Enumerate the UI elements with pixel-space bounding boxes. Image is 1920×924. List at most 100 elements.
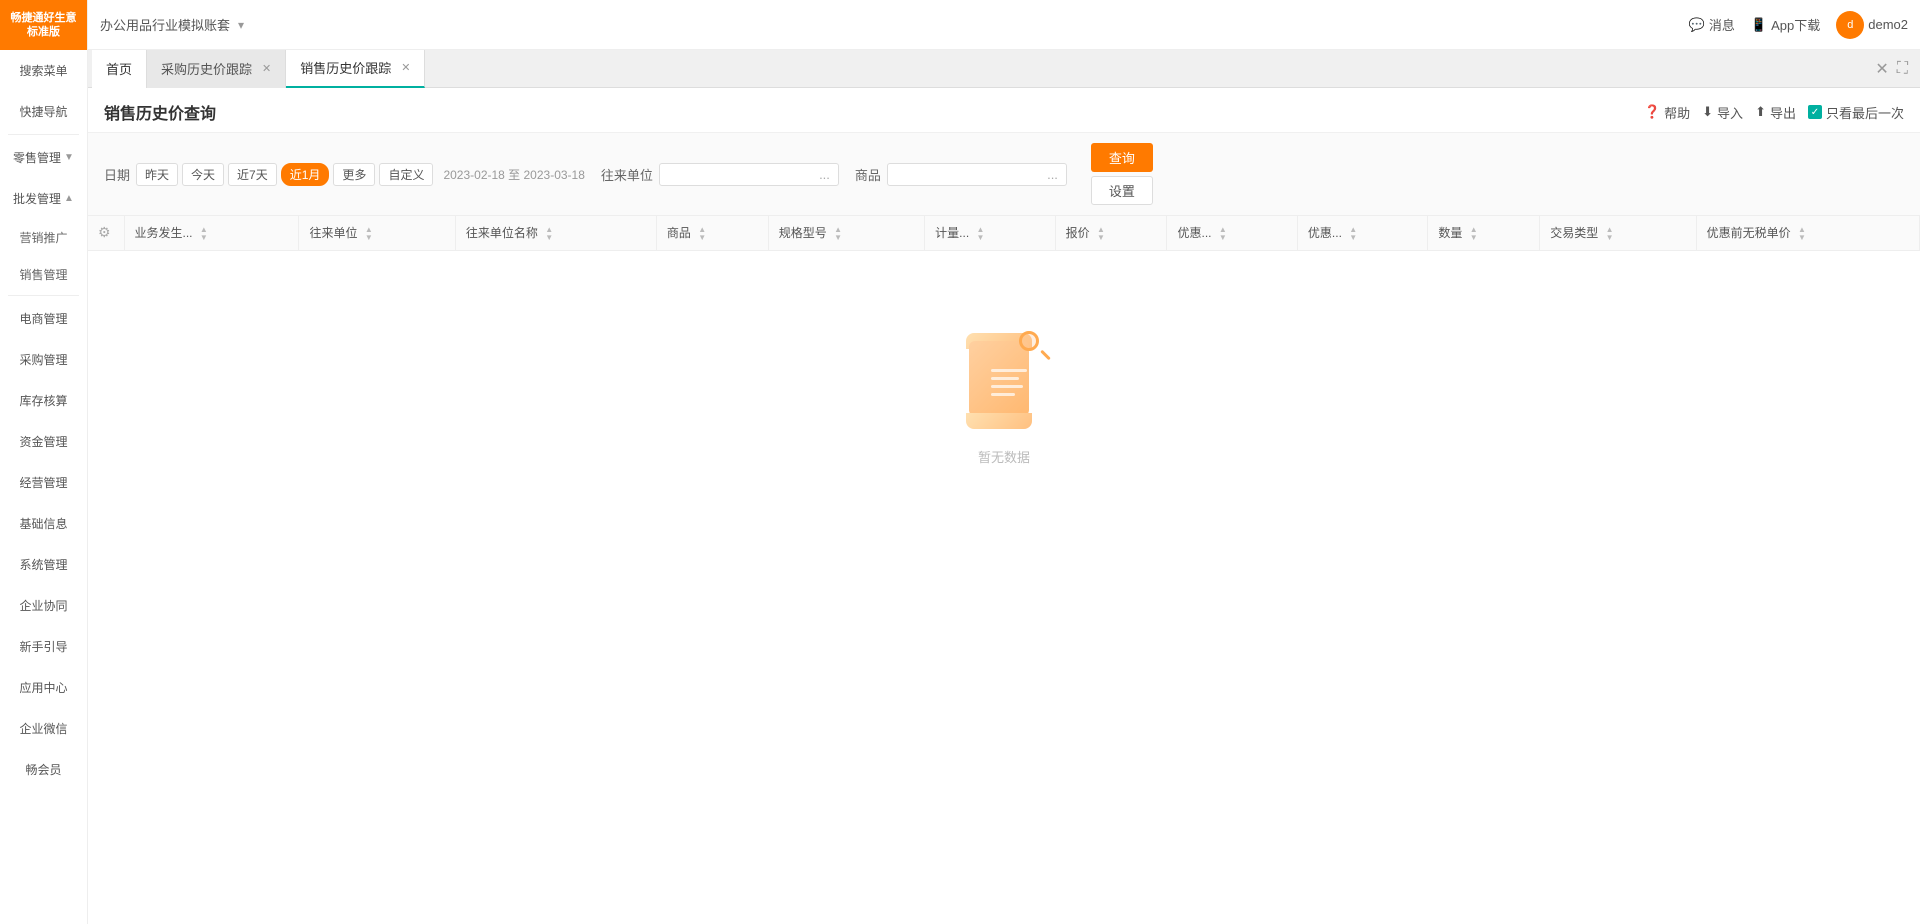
sort-arrows-product: ▲▼: [698, 226, 706, 242]
app-logo[interactable]: 畅捷通好生意 标准版: [0, 0, 87, 50]
sidebar-item-quick-nav[interactable]: 快捷导航: [0, 91, 87, 132]
empty-illustration: [954, 331, 1054, 431]
window-maximize-btn[interactable]: ⛶: [1897, 60, 1908, 78]
custom-btn[interactable]: 自定义: [379, 163, 433, 186]
tab-sales-history[interactable]: 销售历史价跟踪 ✕: [286, 50, 425, 88]
today-btn[interactable]: 今天: [182, 163, 224, 186]
sidebar: 畅捷通好生意 标准版 搜索菜单 快捷导航 零售管理 ▼ 批发管理 ▲ 营销推广 …: [0, 0, 88, 924]
col-quoted-price[interactable]: 报价 ▲▼: [1055, 216, 1167, 250]
table-gear-icon[interactable]: ⚙: [98, 224, 111, 240]
import-label: 导入: [1717, 103, 1743, 122]
col-discount1[interactable]: 优惠... ▲▼: [1167, 216, 1297, 250]
sidebar-item-inventory[interactable]: 库存核算: [0, 380, 87, 421]
last1m-btn[interactable]: 近1月: [281, 163, 330, 186]
last7-btn[interactable]: 近7天: [228, 163, 277, 186]
product-input-dots[interactable]: ...: [1047, 167, 1058, 182]
user-profile[interactable]: d demo2: [1836, 11, 1908, 39]
cooperation-label: 企业协同: [19, 597, 67, 614]
col-biz-date[interactable]: 业务发生... ▲▼: [124, 216, 299, 250]
settings-button[interactable]: 设置: [1091, 176, 1153, 205]
col-partner-name[interactable]: 往来单位名称 ▲▼: [455, 216, 656, 250]
filter-area: 日期 昨天 今天 近7天 近1月 更多 自定义 2023-02-18 至 202…: [88, 133, 1920, 216]
sidebar-item-wholesale[interactable]: 批发管理 ▲: [0, 178, 87, 219]
import-btn[interactable]: ⬇ 导入: [1702, 103, 1743, 122]
sort-arrows-discount1: ▲▼: [1219, 226, 1227, 242]
product-input[interactable]: ...: [887, 163, 1067, 186]
ecommerce-label: 电商管理: [19, 310, 67, 327]
export-btn[interactable]: ⬆ 导出: [1755, 103, 1796, 122]
help-label: 帮助: [1664, 103, 1690, 122]
topbar: 办公用品行业模拟账套 ▾ 💬 消息 📱 App下载 d demo2: [88, 0, 1920, 50]
col-pre-tax-price[interactable]: 优惠前无税单价 ▲▼: [1696, 216, 1919, 250]
tab-purchase-history[interactable]: 采购历史价跟踪 ✕: [147, 50, 286, 88]
tab-sales-label: 销售历史价跟踪: [300, 58, 391, 77]
col-discount2[interactable]: 优惠... ▲▼: [1297, 216, 1427, 250]
content-area: 销售历史价查询 ❓ 帮助 ⬇ 导入 ⬆ 导出 只看最后一次: [88, 88, 1920, 924]
partner-input[interactable]: ...: [659, 163, 839, 186]
sidebar-item-app-center[interactable]: 应用中心: [0, 667, 87, 708]
sidebar-item-ecommerce[interactable]: 电商管理: [0, 298, 87, 339]
tab-sales-close[interactable]: ✕: [401, 61, 410, 74]
sidebar-item-guide[interactable]: 新手引导: [0, 626, 87, 667]
col-unit[interactable]: 计量... ▲▼: [925, 216, 1055, 250]
purchase-label: 采购管理: [19, 351, 67, 368]
help-icon: ❓: [1644, 104, 1660, 120]
app-download-btn[interactable]: 📱 App下载: [1751, 15, 1820, 34]
sidebar-item-purchase[interactable]: 采购管理: [0, 339, 87, 380]
line1: [991, 369, 1027, 372]
sidebar-item-wechat[interactable]: 企业微信: [0, 708, 87, 749]
tabbar: 首页 采购历史价跟踪 ✕ 销售历史价跟踪 ✕ ✕ ⛶: [88, 50, 1920, 88]
sidebar-item-finance[interactable]: 资金管理: [0, 421, 87, 462]
message-btn[interactable]: 💬 消息: [1689, 15, 1735, 34]
checkbox-icon: [1808, 105, 1822, 119]
only-last-checkbox[interactable]: 只看最后一次: [1808, 103, 1904, 122]
date-buttons: 昨天 今天 近7天 近1月 更多 自定义: [136, 163, 433, 186]
col-partner-code[interactable]: 往来单位 ▲▼: [299, 216, 455, 250]
wholesale-arrow: ▲: [64, 193, 74, 204]
more-btn[interactable]: 更多: [333, 163, 375, 186]
sidebar-item-cooperation[interactable]: 企业协同: [0, 585, 87, 626]
logo-text: 畅捷通好生意: [11, 11, 77, 25]
sidebar-item-vip[interactable]: 畅会员: [0, 749, 87, 790]
sidebar-item-retail[interactable]: 零售管理 ▼: [0, 137, 87, 178]
yesterday-btn[interactable]: 昨天: [136, 163, 178, 186]
sidebar-item-system[interactable]: 系统管理: [0, 544, 87, 585]
tab-home[interactable]: 首页: [92, 50, 147, 88]
sort-arrows-spec: ▲▼: [834, 226, 842, 242]
col-spec[interactable]: 规格型号 ▲▼: [768, 216, 924, 250]
tab-purchase-close[interactable]: ✕: [262, 62, 271, 75]
help-btn[interactable]: ❓ 帮助: [1644, 103, 1690, 122]
avatar: d: [1836, 11, 1864, 39]
col-product[interactable]: 商品 ▲▼: [656, 216, 768, 250]
sidebar-item-sales-mgmt[interactable]: 销售管理: [0, 256, 87, 293]
query-button[interactable]: 查询: [1091, 143, 1153, 172]
sidebar-item-search-menu[interactable]: 搜索菜单: [0, 50, 87, 91]
finance-label: 资金管理: [19, 433, 67, 450]
col-discount2-label: 优惠...: [1308, 226, 1342, 240]
col-trade-type[interactable]: 交易类型 ▲▼: [1540, 216, 1696, 250]
line4: [991, 393, 1015, 396]
divider-1: [8, 134, 79, 135]
sort-arrows-quoted-price: ▲▼: [1097, 226, 1105, 242]
sidebar-item-basics[interactable]: 基础信息: [0, 503, 87, 544]
date-filter-group: 日期 昨天 今天 近7天 近1月 更多 自定义 2023-02-18 至 202…: [104, 163, 585, 186]
sort-arrows-partner-name: ▲▼: [545, 226, 553, 242]
sort-arrows-biz-date: ▲▼: [200, 226, 208, 242]
topbar-title: 办公用品行业模拟账套: [100, 15, 230, 34]
guide-label: 新手引导: [19, 638, 67, 655]
col-quantity[interactable]: 数量 ▲▼: [1428, 216, 1540, 250]
product-filter-label: 商品: [855, 165, 881, 184]
col-partner-name-label: 往来单位名称: [466, 226, 538, 240]
sidebar-item-operations[interactable]: 经营管理: [0, 462, 87, 503]
partner-input-dots[interactable]: ...: [819, 167, 830, 182]
quick-nav-label: 快捷导航: [19, 103, 67, 120]
sidebar-item-marketing[interactable]: 营销推广: [0, 219, 87, 256]
topbar-dropdown-icon[interactable]: ▾: [238, 18, 244, 32]
page-header: 销售历史价查询 ❓ 帮助 ⬇ 导入 ⬆ 导出 只看最后一次: [88, 88, 1920, 133]
retail-label: 零售管理: [13, 149, 61, 166]
date-filter-label: 日期: [104, 165, 130, 184]
empty-state: 暂无数据: [88, 251, 1920, 546]
page-title: 销售历史价查询: [104, 100, 216, 124]
window-close-btn[interactable]: ✕: [1875, 59, 1888, 79]
sort-arrows-discount2: ▲▼: [1349, 226, 1357, 242]
